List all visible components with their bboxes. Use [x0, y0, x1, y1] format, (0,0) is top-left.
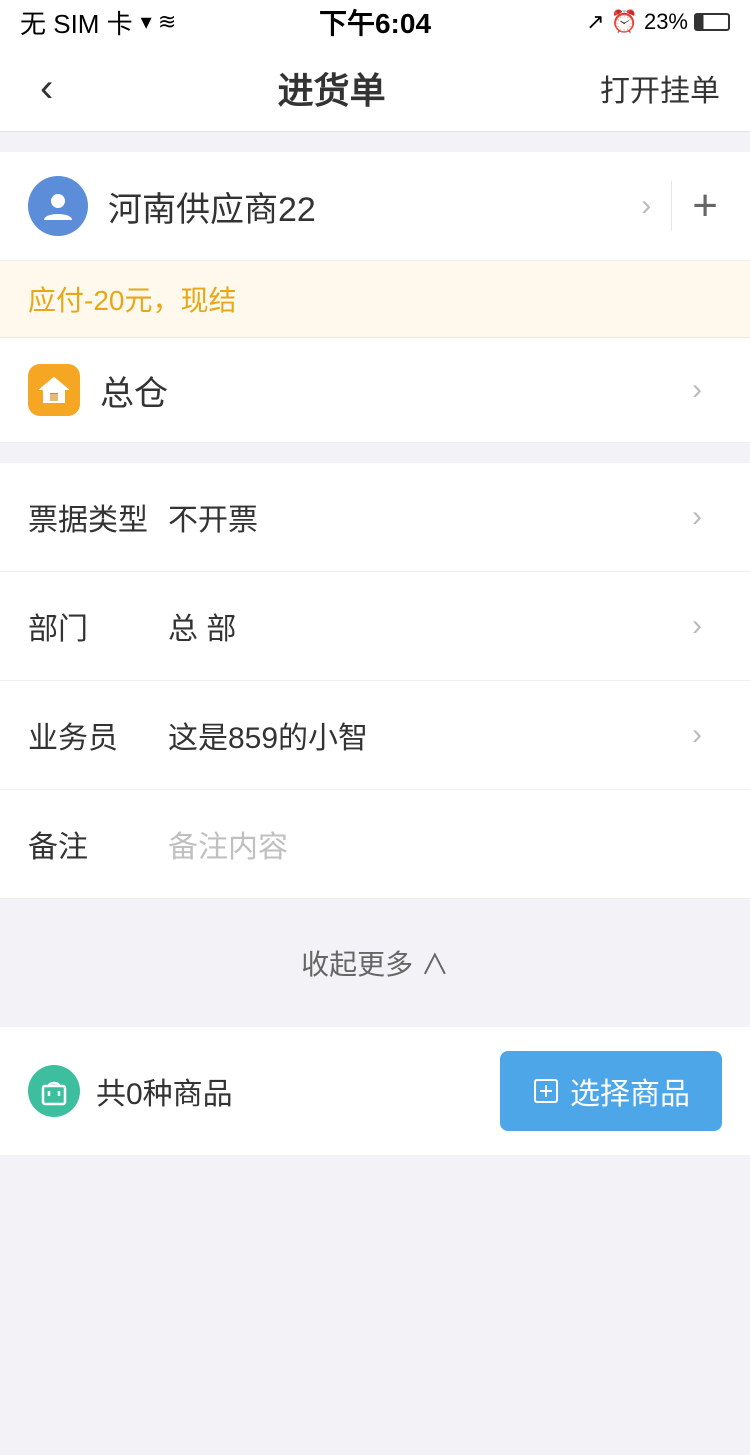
department-value: 总 部 — [168, 604, 692, 648]
person-icon — [40, 188, 76, 224]
supplier-chevron-icon: › — [641, 189, 651, 223]
collapse-button[interactable]: 收起更多 ∧ — [0, 919, 750, 1007]
department-label: 部门 — [28, 604, 168, 648]
salesperson-value: 这是859的小智 — [168, 713, 692, 757]
bottom-bar: 共0种商品 选择商品 — [0, 1027, 750, 1155]
add-supplier-button[interactable]: + — [688, 184, 722, 228]
carrier-text: 无 SIM 卡 — [20, 4, 133, 41]
salesperson-label: 业务员 — [28, 713, 168, 757]
remark-row[interactable]: 备注 备注内容 — [0, 790, 750, 899]
open-pending-button[interactable]: 打开挂单 — [600, 66, 720, 110]
section-gap-1 — [0, 132, 750, 152]
page-background — [0, 1155, 750, 1455]
shopping-bag-icon — [39, 1076, 69, 1106]
page-title: 进货单 — [278, 62, 386, 114]
invoice-type-label: 票据类型 — [28, 495, 168, 539]
location-icon: ↗ — [586, 9, 604, 35]
product-count-area: 共0种商品 — [28, 1065, 233, 1117]
house-icon — [39, 375, 69, 405]
form-section: 票据类型 不开票 › 部门 总 部 › 业务员 这是859的小智 › 备注 备注… — [0, 463, 750, 899]
notice-text: 应付-20元，现结 — [28, 285, 236, 316]
status-time: 下午6:04 — [319, 2, 431, 42]
warehouse-chevron-icon: › — [692, 373, 702, 407]
department-chevron-icon: › — [692, 609, 702, 643]
remark-input[interactable]: 备注内容 — [168, 822, 722, 866]
supplier-row[interactable]: 河南供应商22 › + — [0, 152, 750, 261]
nav-bar: ‹ 进货单 打开挂单 — [0, 44, 750, 132]
warehouse-icon — [28, 364, 80, 416]
back-button[interactable]: ‹ — [30, 58, 63, 118]
status-bar: 无 SIM 卡 ▾ ≋ 下午6:04 ↗ ⏰ 23% — [0, 0, 750, 44]
select-product-icon — [532, 1077, 560, 1105]
notice-banner: 应付-20元，现结 — [0, 261, 750, 338]
battery-icon — [694, 13, 730, 31]
product-count-text: 共0种商品 — [96, 1069, 233, 1113]
battery-percent: 23% — [644, 9, 688, 35]
salesperson-chevron-icon: › — [692, 718, 702, 752]
vertical-divider — [671, 181, 672, 231]
invoice-type-value: 不开票 — [168, 495, 692, 539]
status-carrier: 无 SIM 卡 ▾ ≋ — [20, 4, 176, 41]
collapse-label: 收起更多 ∧ — [301, 943, 449, 983]
alarm-icon: ⏰ — [611, 9, 638, 35]
select-product-label: 选择商品 — [570, 1069, 690, 1113]
supplier-avatar — [28, 176, 88, 236]
remark-label: 备注 — [28, 822, 168, 866]
wifi-icon: ▾ ≋ — [141, 9, 177, 35]
department-row[interactable]: 部门 总 部 › — [0, 572, 750, 681]
warehouse-name: 总仓 — [100, 366, 692, 415]
supplier-section: 河南供应商22 › + 应付-20元，现结 总仓 › — [0, 152, 750, 443]
status-right: ↗ ⏰ 23% — [586, 9, 730, 35]
supplier-name: 河南供应商22 — [108, 182, 641, 231]
invoice-type-chevron-icon: › — [692, 500, 702, 534]
invoice-type-row[interactable]: 票据类型 不开票 › — [0, 463, 750, 572]
product-icon — [28, 1065, 80, 1117]
salesperson-row[interactable]: 业务员 这是859的小智 › — [0, 681, 750, 790]
select-product-button[interactable]: 选择商品 — [500, 1051, 722, 1131]
warehouse-row[interactable]: 总仓 › — [0, 338, 750, 443]
